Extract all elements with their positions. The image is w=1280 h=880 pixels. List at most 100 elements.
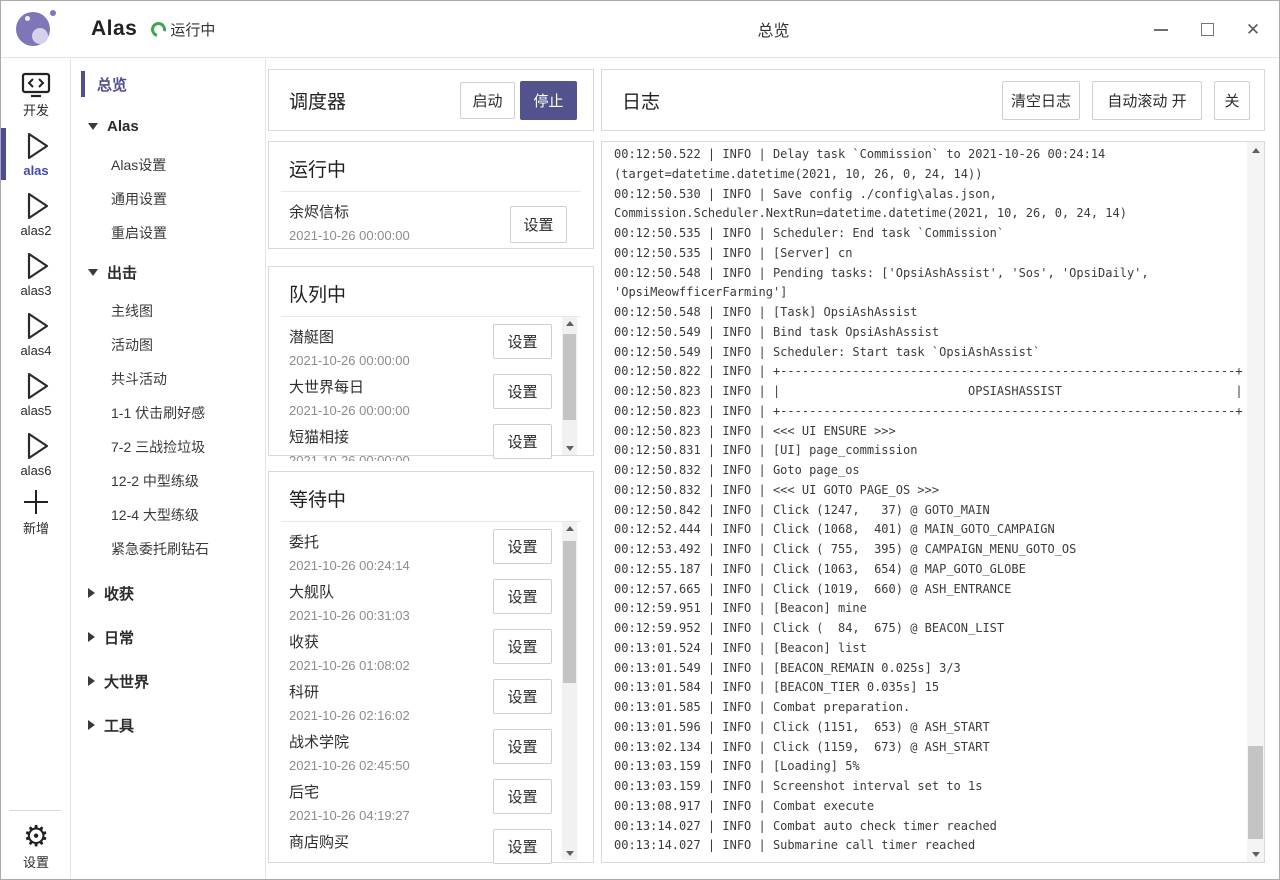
rail-label: alas4 (20, 343, 51, 358)
sidebar-item-7-2[interactable]: 7-2 三战捡垃圾 (71, 430, 265, 464)
sidebar-group-sortie[interactable]: 出击 (71, 250, 265, 294)
log-output: 00:12:50.522 | INFO | Delay task `Commis… (614, 145, 1246, 860)
log-column: 日志 清空日志 自动滚动 开 关 00:12:50.522 | INFO | D… (601, 58, 1273, 879)
sidebar-group-tool[interactable]: 工具 (71, 703, 265, 747)
maximize-icon (1201, 23, 1214, 36)
sidebar-item-label: 12-4 大型练级 (111, 505, 199, 525)
sidebar-group-label: 日常 (104, 627, 134, 648)
plus-icon (21, 487, 51, 517)
sidebar-item-12-4[interactable]: 12-4 大型练级 (71, 498, 265, 532)
rail-label: 设置 (23, 852, 49, 871)
sidebar-item-urgent-commission[interactable]: 紧急委托刷钻石 (71, 532, 265, 566)
task-setting-button[interactable]: 设置 (493, 829, 552, 864)
scroll-down-icon[interactable] (1247, 846, 1264, 862)
task-setting-button[interactable]: 设置 (493, 629, 552, 664)
rail-item-alas[interactable]: alas (1, 124, 71, 184)
rail-label: alas3 (20, 283, 51, 298)
rail-item-dev[interactable]: 开发 (1, 66, 71, 124)
log-header-panel: 日志 清空日志 自动滚动 开 关 (601, 69, 1265, 131)
sidebar-item-label: 重启设置 (111, 223, 167, 243)
scroll-down-icon[interactable] (562, 442, 577, 455)
sidebar-group-label: Alas (107, 118, 139, 135)
scroll-track[interactable] (562, 535, 577, 847)
task-setting-button[interactable]: 设置 (493, 579, 552, 614)
waiting-panel: 等待中 委托 2021-10-26 00:24:14 设置 大舰队 2021-1… (268, 471, 594, 863)
app-title: Alas (91, 17, 137, 41)
start-button[interactable]: 启动 (460, 82, 515, 119)
sidebar-group-label: 工具 (104, 715, 134, 736)
sidebar-group-label: 大世界 (104, 671, 149, 692)
play-icon (20, 310, 52, 342)
log-scrollbar[interactable] (1247, 142, 1264, 862)
sidebar-group-opsi[interactable]: 大世界 (71, 659, 265, 703)
log-panel: 00:12:50.522 | INFO | Delay task `Commis… (601, 141, 1265, 863)
scroll-track[interactable] (562, 330, 577, 442)
scroll-down-icon[interactable] (562, 847, 577, 860)
scroll-thumb[interactable] (563, 334, 576, 420)
rail-item-alas6[interactable]: alas6 (1, 424, 71, 484)
close-button[interactable]: ✕ (1243, 20, 1263, 40)
waiting-scrollbar[interactable] (562, 522, 577, 860)
task-setting-button[interactable]: 设置 (493, 529, 552, 564)
queued-scrollbar[interactable] (562, 317, 577, 455)
minimize-button[interactable] (1151, 20, 1171, 40)
chevron-right-icon (88, 676, 95, 686)
scroll-thumb[interactable] (563, 541, 576, 683)
sidebar-item-label: 1-1 伏击刷好感 (111, 403, 205, 423)
rail-label: 开发 (23, 100, 49, 119)
status-label: 运行中 (170, 19, 215, 40)
rail-item-add[interactable]: 新增 (1, 484, 71, 540)
scheduler-column: 调度器 启动 停止 运行中 余烬信标 2021-10-26 00:00:00 设… (266, 58, 596, 879)
divider (9, 810, 61, 811)
scroll-up-icon[interactable] (562, 317, 577, 330)
rail-item-alas5[interactable]: alas5 (1, 364, 71, 424)
sidebar-group-daily[interactable]: 日常 (71, 615, 265, 659)
task-setting-button[interactable]: 设置 (493, 324, 552, 359)
sidebar-item-1-1[interactable]: 1-1 伏击刷好感 (71, 396, 265, 430)
titlebar: Alas 运行中 总览 ✕ (1, 1, 1279, 58)
sidebar-item-general-settings[interactable]: 通用设置 (71, 182, 265, 216)
task-sidebar: 总览 Alas Alas设置 通用设置 重启设置 出击 主线图 活动图 共斗活动… (71, 58, 266, 879)
sidebar-item-alas-settings[interactable]: Alas设置 (71, 148, 265, 182)
close-icon: ✕ (1246, 21, 1260, 38)
clear-log-button[interactable]: 清空日志 (1002, 81, 1080, 120)
minimize-icon (1154, 29, 1168, 31)
stop-button[interactable]: 停止 (520, 81, 577, 120)
sidebar-item-label: 总览 (97, 74, 127, 95)
code-monitor-icon (20, 71, 52, 99)
sidebar-group-alas[interactable]: Alas (71, 104, 265, 148)
sidebar-group-reward[interactable]: 收获 (71, 571, 265, 615)
scroll-up-icon[interactable] (562, 522, 577, 535)
rail-item-alas3[interactable]: alas3 (1, 244, 71, 304)
autoscroll-off-button[interactable]: 关 (1214, 81, 1250, 120)
sidebar-item-main-map[interactable]: 主线图 (71, 294, 265, 328)
rail-item-alas4[interactable]: alas4 (1, 304, 71, 364)
task-setting-button[interactable]: 设置 (493, 679, 552, 714)
rail-label: 新增 (23, 518, 49, 537)
scroll-thumb[interactable] (1248, 746, 1263, 839)
task-setting-button[interactable]: 设置 (493, 374, 552, 409)
maximize-button[interactable] (1197, 20, 1217, 40)
rail-item-settings[interactable]: ⚙ 设置 (1, 817, 71, 875)
sidebar-group-label: 出击 (107, 262, 137, 283)
sidebar-item-restart-settings[interactable]: 重启设置 (71, 216, 265, 250)
chevron-down-icon (88, 269, 98, 276)
task-setting-button[interactable]: 设置 (493, 729, 552, 764)
task-setting-button[interactable]: 设置 (493, 779, 552, 814)
sidebar-group-label: 收获 (104, 583, 134, 604)
sidebar-item-event-map[interactable]: 活动图 (71, 328, 265, 362)
rail-item-alas2[interactable]: alas2 (1, 184, 71, 244)
sidebar-item-overview[interactable]: 总览 (71, 64, 265, 104)
scroll-up-icon[interactable] (1247, 142, 1264, 158)
sidebar-item-12-2[interactable]: 12-2 中型练级 (71, 464, 265, 498)
active-indicator (1, 128, 6, 180)
task-setting-button[interactable]: 设置 (493, 424, 552, 459)
sidebar-item-coalition[interactable]: 共斗活动 (71, 362, 265, 396)
task-setting-button[interactable]: 设置 (510, 206, 567, 243)
waiting-task-list: 委托 2021-10-26 00:24:14 设置 大舰队 2021-10-26… (269, 522, 593, 866)
scroll-track[interactable] (1247, 158, 1264, 846)
window-controls: ✕ (1151, 1, 1263, 58)
autoscroll-on-button[interactable]: 自动滚动 开 (1092, 81, 1202, 120)
sidebar-item-label: 活动图 (111, 335, 153, 355)
queued-panel: 队列中 潜艇图 2021-10-26 00:00:00 设置 大世界每日 202… (268, 266, 594, 456)
